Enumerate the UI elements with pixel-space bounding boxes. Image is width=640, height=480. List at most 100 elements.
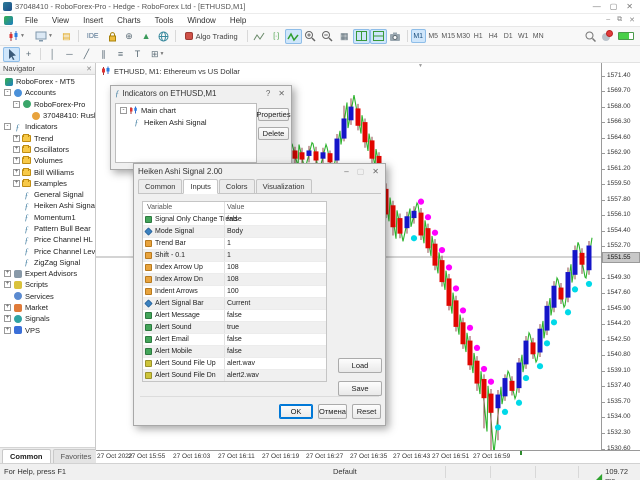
mdi-close-button[interactable]: ✕ [629, 16, 635, 24]
dialog-maximize-button[interactable]: ▢ [357, 167, 365, 176]
indicator-list-item-main-chart[interactable]: - Main chart [116, 104, 256, 116]
sidebar-item-pattern-bull-bear[interactable]: ƒ Pattern Bull Bear [0, 223, 95, 234]
objects-list-button[interactable]: [∙] [268, 29, 285, 44]
sidebar-item-general-signal[interactable]: ƒ General Signal [0, 189, 95, 200]
sidebar-item-trend[interactable]: + Trend [0, 132, 95, 143]
expand-icon[interactable]: + [13, 168, 20, 176]
param-value[interactable]: 100 [227, 288, 239, 295]
sidebar-item-examples[interactable]: + Examples [0, 178, 95, 189]
expand-icon[interactable]: + [13, 157, 20, 165]
input-row-alert-sound-file-up[interactable]: Alert Sound File Up alert.wav [143, 358, 326, 370]
expand-icon[interactable]: + [4, 326, 11, 334]
grid-button[interactable]: ▦ [336, 29, 353, 44]
expand-icon[interactable]: + [4, 304, 11, 312]
expand-icon[interactable]: + [4, 281, 11, 289]
sidebar-item-accounts[interactable]: - Accounts [0, 87, 95, 98]
param-value[interactable]: Body [227, 228, 243, 235]
param-value[interactable]: alert.wav [227, 360, 255, 367]
collapse-icon[interactable]: - [4, 123, 11, 131]
sidebar-item-zigzag-signal[interactable]: ƒ ZigZag Signal [0, 257, 95, 268]
sidebar-item-roboforex-mt5[interactable]: RoboForex - MT5 [0, 76, 95, 87]
chart-type-button[interactable]: ▼ [3, 29, 30, 44]
indicators-dialog-close-button[interactable]: ✕ [278, 89, 285, 98]
menu-tools[interactable]: Tools [148, 15, 181, 26]
timeframe-w1-button[interactable]: W1 [516, 29, 531, 43]
input-row-signal-only-change-trend[interactable]: Signal Only Change Trend false [143, 214, 326, 226]
vertical-line-tool-button[interactable]: │ [44, 47, 61, 62]
new-order-button[interactable]: ▤ [58, 29, 75, 44]
timeframe-d1-button[interactable]: D1 [501, 29, 516, 43]
input-row-alert-mobile[interactable]: Alert Mobile false [143, 346, 326, 358]
menu-help[interactable]: Help [223, 15, 253, 26]
tab-inputs[interactable]: Inputs [183, 179, 218, 194]
load-button[interactable]: Load [338, 358, 382, 373]
delete-button[interactable]: Delete [258, 127, 289, 140]
collapse-icon[interactable]: - [13, 100, 20, 108]
channel-tool-button[interactable]: ∥ [95, 47, 112, 62]
zoom-out-button[interactable] [319, 29, 336, 44]
input-row-shift-0-1[interactable]: Shift - 0.1 1 [143, 250, 326, 262]
collapse-icon[interactable]: - [120, 106, 127, 114]
sidebar-item-market[interactable]: + Market [0, 302, 95, 313]
indicators-tree[interactable]: - Main chart ƒ Heiken Ashi Signal [115, 103, 257, 163]
reset-button[interactable]: Reset [352, 404, 381, 419]
timeframe-m5-button[interactable]: M5 [426, 29, 441, 43]
shapes-tool-button[interactable]: ⊞ ▼ [146, 47, 170, 62]
indicator-list-item-heiken-ashi-signal[interactable]: ƒ Heiken Ashi Signal [116, 116, 256, 128]
tick-chart-button[interactable] [251, 29, 268, 44]
collapse-icon[interactable]: - [4, 89, 11, 97]
input-row-alert-sound-file-dn[interactable]: Alert Sound File Dn alert2.wav [143, 370, 326, 381]
strategy-tester-button[interactable]: ▲ [138, 29, 155, 44]
expand-icon[interactable]: + [13, 179, 20, 187]
connection-icon[interactable]: ⊕ [121, 29, 138, 44]
chart-shift-marker[interactable]: ▼ [418, 63, 423, 69]
sidebar-item-vps[interactable]: + VPS [0, 325, 95, 336]
zoom-in-button[interactable] [302, 29, 319, 44]
menu-view[interactable]: View [45, 15, 76, 26]
ok-button[interactable]: OK [279, 404, 313, 419]
sidebar-item-37048410-ruslan-latypov[interactable]: 37048410: Ruslan Latypov [0, 110, 95, 121]
zigzag-objects-button[interactable] [284, 28, 302, 44]
sidebar-item-momentum1[interactable]: ƒ Momentum1 [0, 212, 95, 223]
crosshair-tool-button[interactable]: + [20, 47, 37, 62]
param-value[interactable]: 108 [227, 264, 239, 271]
inputs-table[interactable]: Variable Value Signal Only Change Trend fal… [142, 201, 327, 382]
maximize-button[interactable]: ▢ [610, 2, 618, 11]
close-button[interactable]: ✕ [626, 2, 633, 11]
notifications-icon[interactable] [602, 30, 613, 41]
sidebar-item-heiken-ashi-signal[interactable]: ƒ Heiken Ashi Signal [0, 200, 95, 211]
input-row-mode-signal[interactable]: Mode Signal Body [143, 226, 326, 238]
time-axis[interactable]: 27 Oct 2022 27 Oct 15:55 27 Oct 16:03 27 Oc… [96, 450, 640, 463]
sidebar-item-price-channel-levels[interactable]: ƒ Price Channel Levels [0, 245, 95, 256]
navigator-tab-favorites[interactable]: Favorites [52, 449, 100, 463]
expand-icon[interactable]: + [4, 270, 11, 278]
timeframe-mn-button[interactable]: MN [531, 29, 546, 43]
tile-windows-horizontal-button[interactable] [369, 28, 387, 44]
text-tool-button[interactable]: T [129, 47, 146, 62]
sidebar-item-expert-advisors[interactable]: + Expert Advisors [0, 268, 95, 279]
expand-icon[interactable]: + [4, 315, 11, 323]
new-chart-button[interactable]: ▼ [30, 29, 58, 44]
tile-windows-vertical-button[interactable] [352, 28, 370, 44]
timeframe-m15-button[interactable]: M15 [441, 29, 456, 43]
profile-selector[interactable]: Default [333, 467, 357, 476]
input-row-alert-sound[interactable]: Alert Sound true [143, 322, 326, 334]
dialog-minimize-button[interactable]: – [344, 167, 348, 176]
param-value[interactable]: 108 [227, 276, 239, 283]
tab-visualization[interactable]: Visualization [255, 179, 312, 194]
timeframe-h4-button[interactable]: H4 [486, 29, 501, 43]
help-button[interactable]: ? [266, 89, 270, 98]
param-value[interactable]: Current [227, 300, 250, 307]
dialog-close-button[interactable]: ✕ [372, 167, 379, 176]
lock-icon[interactable] [104, 29, 121, 44]
cursor-tool-button[interactable] [3, 46, 20, 62]
menu-file[interactable]: File [18, 15, 45, 26]
fibonacci-tool-button[interactable]: ≡ [112, 47, 129, 62]
input-row-alert-signal-bar[interactable]: Alert Signal Bar Current [143, 298, 326, 310]
sidebar-item-roboforex-pro[interactable]: - RoboForex-Pro [0, 99, 95, 110]
menu-window[interactable]: Window [180, 15, 222, 26]
horizontal-line-tool-button[interactable]: ─ [61, 47, 78, 62]
properties-button[interactable]: Properties [256, 108, 291, 121]
navigator-tab-common[interactable]: Common [2, 449, 51, 463]
algo-trading-button[interactable]: Algo Trading [179, 29, 244, 44]
